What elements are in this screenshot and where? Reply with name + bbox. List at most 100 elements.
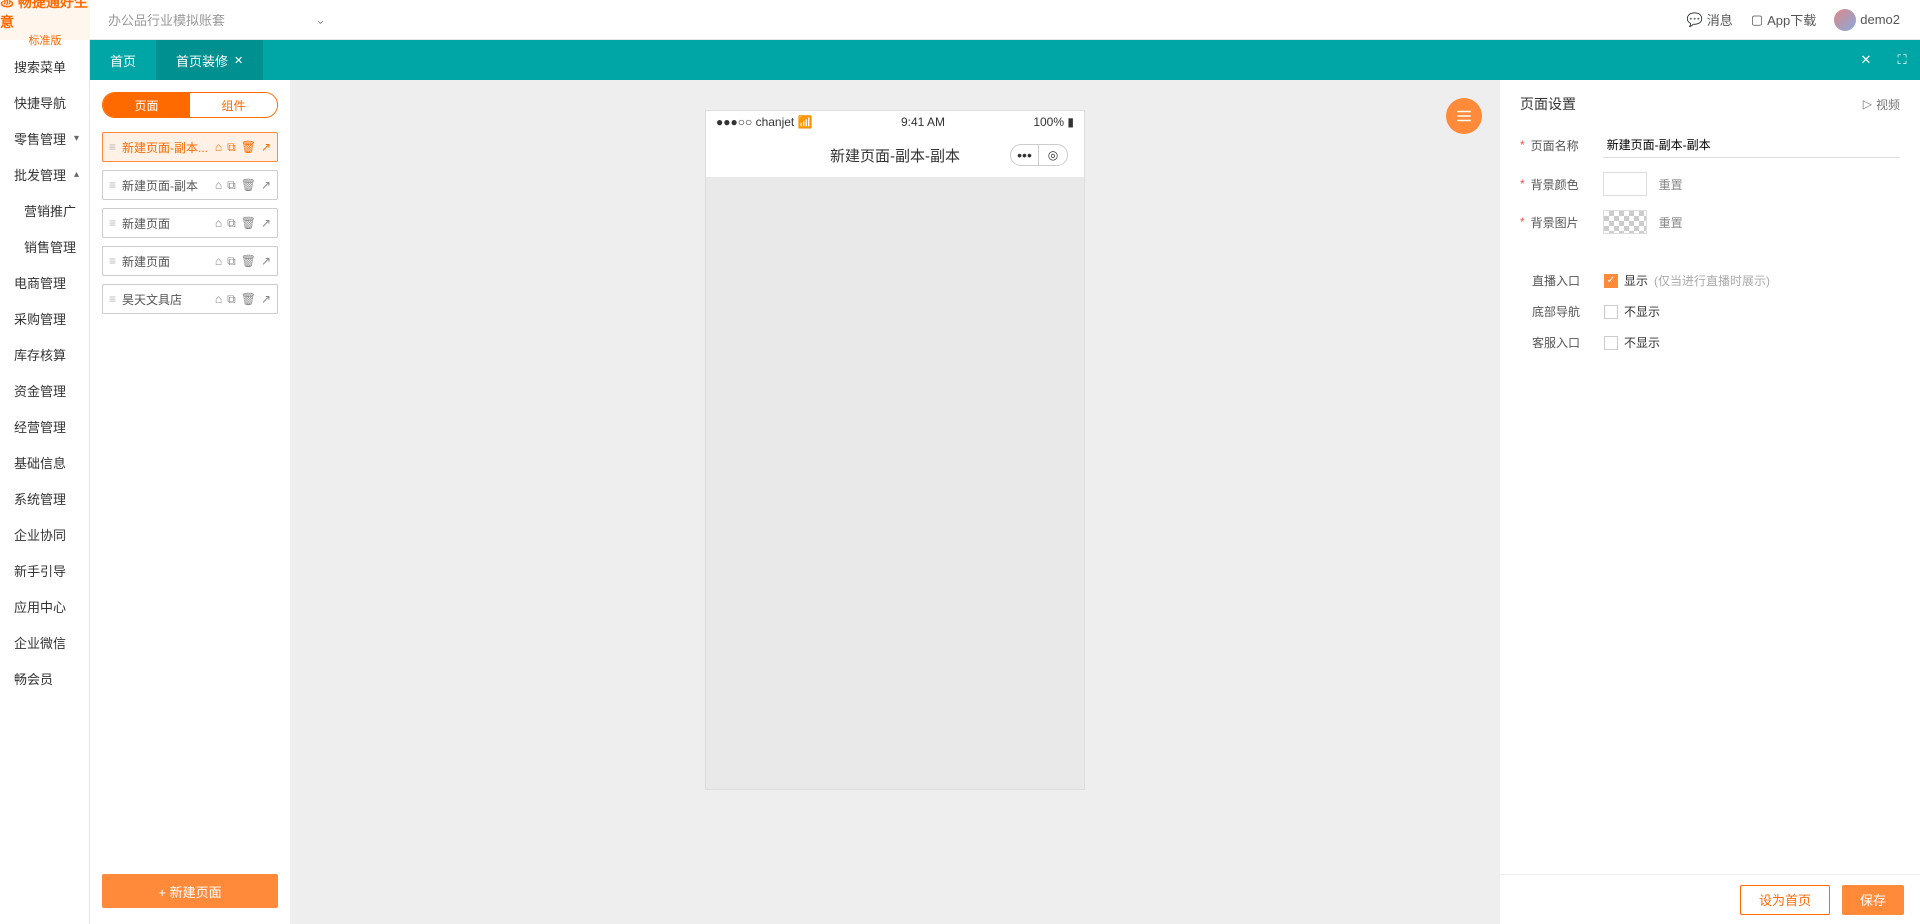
chevron-icon: ▴ xyxy=(74,169,79,180)
tab-decorate-label: 首页装修 xyxy=(176,51,228,70)
copy-icon[interactable]: ⧉ xyxy=(227,217,236,229)
home-icon[interactable]: ⌂ xyxy=(215,179,222,191)
phone-title: 新建页面-副本-副本 xyxy=(830,145,960,166)
bgimg-reset[interactable]: 重置 xyxy=(1659,214,1683,231)
seg-page[interactable]: 页面 xyxy=(103,93,190,117)
sidebar-subitem[interactable]: 营销推广 xyxy=(0,192,89,228)
drag-icon[interactable]: ≡ xyxy=(109,254,116,268)
required-mark: * xyxy=(1520,177,1525,191)
seg-component[interactable]: 组件 xyxy=(190,93,277,117)
service-checkbox[interactable] xyxy=(1604,336,1618,350)
new-page-button[interactable]: + 新建页面 xyxy=(102,874,278,908)
sidebar-item[interactable]: 应用中心 xyxy=(0,588,89,624)
home-icon[interactable]: ⌂ xyxy=(215,293,222,305)
menu-fab[interactable] xyxy=(1446,98,1482,134)
page-row[interactable]: ≡新建页面-副本...⌂⧉🗑↗ xyxy=(102,132,278,162)
close-icon[interactable]: ✕ xyxy=(234,54,243,67)
sidebar-item[interactable]: 企业微信 xyxy=(0,624,89,660)
copy-icon[interactable]: ⧉ xyxy=(227,141,236,153)
drag-icon[interactable]: ≡ xyxy=(109,292,116,306)
live-hint: (仅当进行直播时展示) xyxy=(1654,272,1770,289)
row-bg-image: * 背景图片 重置 xyxy=(1520,210,1900,234)
topbar: ♨ 畅捷通好生意 标准版 办公品行业模拟账套 ⌄ 💬 消息 ▢ App下载 de… xyxy=(0,0,1920,40)
copy-icon[interactable]: ⧉ xyxy=(227,255,236,267)
page-row[interactable]: ≡ 昊天文具店 ⌂ ⧉ 🗑 ↗ xyxy=(102,284,278,314)
drag-icon[interactable]: ≡ xyxy=(109,178,116,192)
settings-title: 页面设置 xyxy=(1520,94,1576,114)
drag-icon[interactable]: ≡ xyxy=(109,140,116,154)
page-name-input[interactable] xyxy=(1603,132,1900,158)
delete-icon[interactable]: 🗑 xyxy=(241,179,256,191)
workarea: 页面 组件 ≡新建页面-副本...⌂⧉🗑↗≡新建页面-副本⌂⧉🗑↗≡新建页面⌂⧉… xyxy=(90,80,1920,924)
canvas: ●●●○○ chanjet 📶 9:41 AM 100% ▮ 新建页面-副本-副… xyxy=(290,80,1500,924)
delete-icon[interactable]: 🗑 xyxy=(241,255,256,267)
save-button[interactable]: 保存 xyxy=(1842,885,1904,915)
video-link[interactable]: ▷ 视频 xyxy=(1863,96,1900,113)
copy-icon[interactable]: ⧉ xyxy=(227,179,236,191)
more-icon[interactable]: ••• xyxy=(1010,144,1038,166)
sidebar-item[interactable]: 采购管理 xyxy=(0,300,89,336)
share-icon[interactable]: ↗ xyxy=(261,179,271,191)
sidebar-item[interactable]: 批发管理▴ xyxy=(0,156,89,192)
page-row[interactable]: ≡新建页面⌂⧉🗑↗ xyxy=(102,208,278,238)
target-icon[interactable]: ◎ xyxy=(1038,144,1068,166)
drag-icon[interactable]: ≡ xyxy=(109,216,116,230)
home-icon[interactable]: ⌂ xyxy=(215,217,222,229)
tab-decorate[interactable]: 首页装修 ✕ xyxy=(156,40,263,80)
bgimg-swatch[interactable] xyxy=(1603,210,1647,234)
sidebar-item[interactable]: 企业协同 xyxy=(0,516,89,552)
sidebar-item[interactable]: 库存核算 xyxy=(0,336,89,372)
app-download-link[interactable]: ▢ App下载 xyxy=(1751,10,1816,29)
bgcolor-reset[interactable]: 重置 xyxy=(1659,176,1683,193)
sidebar-item[interactable]: 资金管理 xyxy=(0,372,89,408)
delete-icon[interactable]: 🗑 xyxy=(241,293,256,305)
sidebar-item[interactable]: 新手引导 xyxy=(0,552,89,588)
home-icon[interactable]: ⌂ xyxy=(215,141,222,153)
sidebar-item[interactable]: 基础信息 xyxy=(0,444,89,480)
delete-icon[interactable]: 🗑 xyxy=(241,217,256,229)
sidebar-item[interactable]: 快捷导航 xyxy=(0,84,89,120)
brand-logo[interactable]: ♨ 畅捷通好生意 标准版 xyxy=(0,0,90,40)
live-checkbox[interactable]: ✓ xyxy=(1604,274,1618,288)
share-icon[interactable]: ↗ xyxy=(261,217,271,229)
page-list: ≡新建页面-副本...⌂⧉🗑↗≡新建页面-副本⌂⧉🗑↗≡新建页面⌂⧉🗑↗≡新建页… xyxy=(102,132,278,314)
set-home-button[interactable]: 设为首页 xyxy=(1740,885,1830,915)
bgcolor-swatch[interactable] xyxy=(1603,172,1647,196)
messages-label: 消息 xyxy=(1707,10,1733,29)
play-icon: ▷ xyxy=(1863,98,1872,110)
tab-home[interactable]: 首页 xyxy=(90,40,156,80)
brand-icon: ♨ 畅捷通好生意 xyxy=(0,0,90,32)
chat-icon: 💬 xyxy=(1687,13,1703,26)
home-icon[interactable]: ⌂ xyxy=(215,255,222,267)
sidebar-item[interactable]: 搜索菜单 xyxy=(0,48,89,84)
phone-carrier: ●●●○○ chanjet xyxy=(716,115,794,129)
sidebar-item[interactable]: 畅会员 xyxy=(0,660,89,696)
share-icon[interactable]: ↗ xyxy=(261,255,271,267)
page-row[interactable]: ≡新建页面-副本⌂⧉🗑↗ xyxy=(102,170,278,200)
sidebar-item[interactable]: 经营管理 xyxy=(0,408,89,444)
chevron-icon: ▾ xyxy=(74,133,79,144)
fullscreen-button[interactable]: ⛶ xyxy=(1884,40,1920,80)
live-label: 直播入口 xyxy=(1532,272,1604,289)
battery-icon: ▮ xyxy=(1067,115,1074,129)
account-selector[interactable]: 办公品行业模拟账套 ⌄ xyxy=(108,10,326,29)
service-label: 客服入口 xyxy=(1532,334,1604,351)
messages-link[interactable]: 💬 消息 xyxy=(1687,10,1733,29)
settings-head: 页面设置 ▷ 视频 xyxy=(1520,94,1900,114)
bgcolor-label: 背景颜色 xyxy=(1531,176,1603,193)
topbar-right: 💬 消息 ▢ App下载 demo2 xyxy=(1687,9,1920,31)
sidebar-item[interactable]: 零售管理▾ xyxy=(0,120,89,156)
sidebar-subitem[interactable]: 销售管理 xyxy=(0,228,89,264)
sidebar-item[interactable]: 电商管理 xyxy=(0,264,89,300)
share-icon[interactable]: ↗ xyxy=(261,293,271,305)
user-menu[interactable]: demo2 xyxy=(1834,9,1900,31)
copy-icon[interactable]: ⧉ xyxy=(227,293,236,305)
close-all-button[interactable]: ✕ xyxy=(1848,40,1884,80)
delete-icon[interactable]: 🗑 xyxy=(241,141,256,153)
sidebar-item[interactable]: 系统管理 xyxy=(0,480,89,516)
page-row[interactable]: ≡新建页面⌂⧉🗑↗ xyxy=(102,246,278,276)
row-live: 直播入口 ✓ 显示 (仅当进行直播时展示) xyxy=(1520,272,1900,289)
page-row-name: 昊天文具店 xyxy=(122,291,209,308)
bottom-nav-checkbox[interactable] xyxy=(1604,305,1618,319)
share-icon[interactable]: ↗ xyxy=(261,141,271,153)
